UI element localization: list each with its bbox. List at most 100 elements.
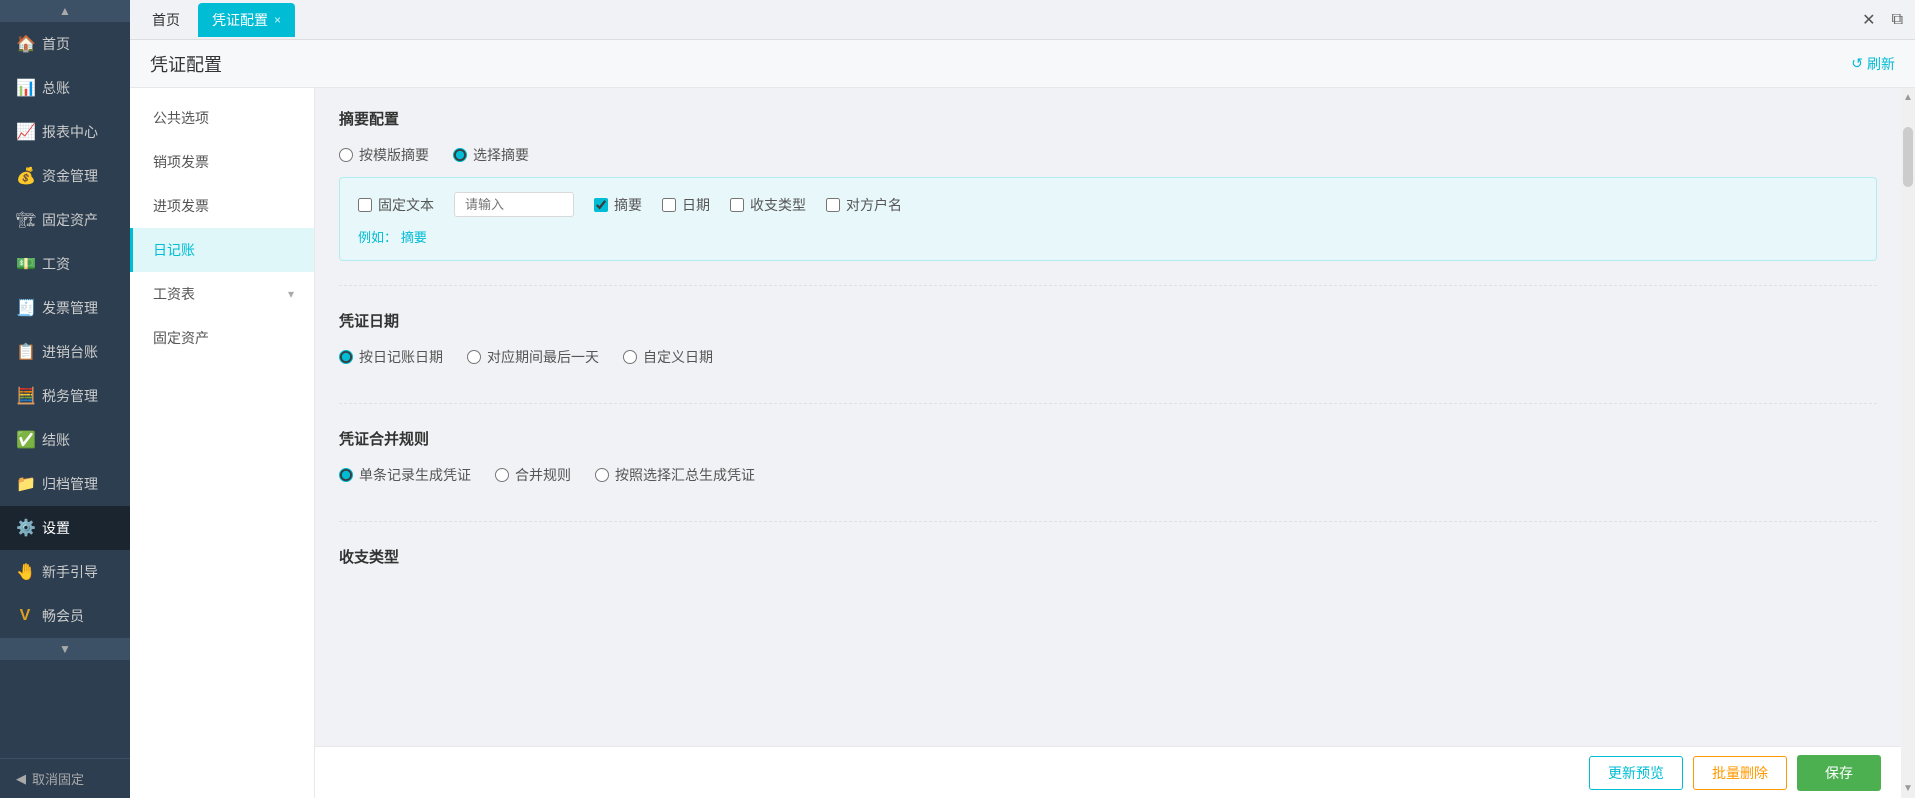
merge-rule-title: 凭证合并规则 [339, 428, 1877, 449]
sidebar-item-assets[interactable]: 🏗 固定资产 [0, 198, 130, 242]
left-nav-public[interactable]: 公共选项 [130, 96, 314, 140]
checkbox-date-input[interactable] [662, 198, 676, 212]
radio-summary-generate[interactable]: 按照选择汇总生成凭证 [595, 465, 755, 485]
window-restore-button[interactable]: ⧉ [1888, 7, 1907, 33]
sidebar-item-settings[interactable]: ⚙️ 设置 [0, 506, 130, 550]
payroll-icon: 💵 [16, 254, 34, 274]
tab-voucher-config[interactable]: 凭证配置 × [198, 3, 295, 37]
income-expense-section: 收支类型 [339, 546, 1877, 607]
sales-ledger-icon: 📋 [16, 342, 34, 362]
scrollbar-track: ▲ ▼ [1901, 88, 1915, 798]
radio-template-summary[interactable]: 按模版摘要 [339, 145, 429, 165]
home-tab-label: 首页 [152, 10, 180, 30]
summary-config-section: 摘要配置 按模版摘要 选择摘要 [339, 108, 1877, 286]
checkbox-fixed-text[interactable]: 固定文本 [358, 195, 434, 215]
left-nav-payroll-sheet[interactable]: 工资表 ▾ [130, 272, 314, 316]
radio-select-summary[interactable]: 选择摘要 [453, 145, 529, 165]
radio-journal-date[interactable]: 按日记账日期 [339, 347, 443, 367]
content-below-header: 公共选项 销项发票 进项发票 日记账 工资表 ▾ 固定资产 [130, 88, 1915, 798]
sidebar-unpin-button[interactable]: ◀ 取消固定 [0, 758, 130, 798]
radio-template-summary-input[interactable] [339, 148, 353, 162]
left-nav-fixed-asset[interactable]: 固定资产 [130, 316, 314, 360]
right-content: 摘要配置 按模版摘要 选择摘要 [315, 88, 1901, 798]
example-row: 例如： 摘要 [358, 227, 1858, 246]
radio-custom-date[interactable]: 自定义日期 [623, 347, 713, 367]
refresh-button[interactable]: ↺ 刷新 [1851, 54, 1895, 74]
sidebar-item-home[interactable]: 🏠 首页 [0, 22, 130, 66]
checkbox-summary-input[interactable] [594, 198, 608, 212]
home-icon: 🏠 [16, 34, 34, 54]
scrollbar-thumb[interactable] [1903, 127, 1913, 187]
window-close-button[interactable]: ✕ [1858, 6, 1879, 34]
merge-rule-radio-group: 单条记录生成凭证 合并规则 按照选择汇总生成凭证 [339, 465, 1877, 485]
settings-icon: ⚙️ [16, 518, 34, 538]
income-expense-title: 收支类型 [339, 546, 1877, 567]
sidebar-item-vip[interactable]: V 畅会员 [0, 594, 130, 638]
example-label: 例如： [358, 230, 397, 245]
radio-period-last-day[interactable]: 对应期间最后一天 [467, 347, 599, 367]
tax-mgmt-icon: 🧮 [16, 386, 34, 406]
main-area: 首页 凭证配置 × ✕ ⧉ 凭证配置 ↺ 刷新 公共选项 [130, 0, 1915, 798]
assets-icon: 🏗 [16, 210, 34, 230]
checkbox-income-type[interactable]: 收支类型 [730, 195, 806, 215]
radio-single-record-input[interactable] [339, 468, 353, 482]
summary-config-title: 摘要配置 [339, 108, 1877, 129]
sidebar-item-invoice-mgmt[interactable]: 🧾 发票管理 [0, 286, 130, 330]
radio-custom-date-input[interactable] [623, 350, 637, 364]
radio-period-last-day-input[interactable] [467, 350, 481, 364]
checkbox-counterpart-name-input[interactable] [826, 198, 840, 212]
checkbox-fixed-text-input[interactable] [358, 198, 372, 212]
sidebar-item-payroll[interactable]: 💵 工资 [0, 242, 130, 286]
sidebar-item-ledger[interactable]: 📊 总账 [0, 66, 130, 110]
tab-close-button[interactable]: × [274, 13, 281, 27]
page-wrapper: 摘要配置 按模版摘要 选择摘要 [315, 88, 1901, 746]
invoice-mgmt-icon: 🧾 [16, 298, 34, 318]
sidebar-scroll-down[interactable]: ▼ [0, 638, 130, 660]
checkbox-summary[interactable]: 摘要 [594, 195, 642, 215]
save-button[interactable]: 保存 [1797, 755, 1881, 791]
summary-config-radio-group: 按模版摘要 选择摘要 [339, 145, 1877, 165]
voucher-date-radio-group: 按日记账日期 对应期间最后一天 自定义日期 [339, 347, 1877, 367]
chevron-down-icon: ▾ [288, 287, 294, 301]
checkbox-income-type-input[interactable] [730, 198, 744, 212]
left-nav-journal[interactable]: 日记账 [130, 228, 314, 272]
sidebar-item-tax-mgmt[interactable]: 🧮 税务管理 [0, 374, 130, 418]
left-nav: 公共选项 销项发票 进项发票 日记账 工资表 ▾ 固定资产 [130, 88, 315, 798]
scrollbar-down-arrow[interactable]: ▼ [1901, 779, 1915, 798]
example-value: 摘要 [401, 230, 427, 245]
radio-journal-date-input[interactable] [339, 350, 353, 364]
tab-home[interactable]: 首页 [138, 3, 194, 37]
sidebar-item-guide[interactable]: 🤚 新手引导 [0, 550, 130, 594]
summary-checkbox-row: 固定文本 摘要 日期 [358, 192, 1858, 217]
sidebar-item-checkout[interactable]: ✅ 结账 [0, 418, 130, 462]
scrollbar-up-arrow[interactable]: ▲ [1901, 88, 1915, 107]
tab-bar: 首页 凭证配置 × ✕ ⧉ [130, 0, 1915, 40]
bulk-delete-button[interactable]: 批量删除 [1693, 756, 1787, 790]
radio-single-record[interactable]: 单条记录生成凭证 [339, 465, 471, 485]
sidebar-item-reports[interactable]: 📈 报表中心 [0, 110, 130, 154]
left-nav-purchase-invoice[interactable]: 进项发票 [130, 184, 314, 228]
left-nav-sales-invoice[interactable]: 销项发票 [130, 140, 314, 184]
radio-merge-rule-input[interactable] [495, 468, 509, 482]
radio-merge-rule[interactable]: 合并规则 [495, 465, 571, 485]
update-preview-button[interactable]: 更新预览 [1589, 756, 1683, 790]
fixed-text-input[interactable] [454, 192, 574, 217]
sidebar-item-sales-ledger[interactable]: 📋 进销台账 [0, 330, 130, 374]
merge-rule-section: 凭证合并规则 单条记录生成凭证 合并规则 [339, 428, 1877, 522]
sidebar-item-archive[interactable]: 📁 归档管理 [0, 462, 130, 506]
radio-select-summary-input[interactable] [453, 148, 467, 162]
archive-icon: 📁 [16, 474, 34, 494]
voucher-date-section: 凭证日期 按日记账日期 对应期间最后一天 [339, 310, 1877, 404]
checkout-icon: ✅ [16, 430, 34, 450]
pin-icon: ◀ [16, 771, 26, 787]
checkbox-date[interactable]: 日期 [662, 195, 710, 215]
sidebar-scroll-up[interactable]: ▲ [0, 0, 130, 22]
bottom-action-bar: 更新预览 批量删除 保存 [315, 746, 1901, 798]
voucher-date-title: 凭证日期 [339, 310, 1877, 331]
sidebar-item-funds[interactable]: 💰 资金管理 [0, 154, 130, 198]
radio-summary-generate-input[interactable] [595, 468, 609, 482]
full-layout: 凭证配置 ↺ 刷新 公共选项 销项发票 进项发票 日记账 [130, 40, 1915, 798]
checkbox-counterpart-name[interactable]: 对方户名 [826, 195, 902, 215]
sidebar: ▲ 🏠 首页 📊 总账 📈 报表中心 💰 资金管理 🏗 固定资产 💵 工资 🧾 … [0, 0, 130, 798]
page-header: 凭证配置 ↺ 刷新 [130, 40, 1915, 88]
